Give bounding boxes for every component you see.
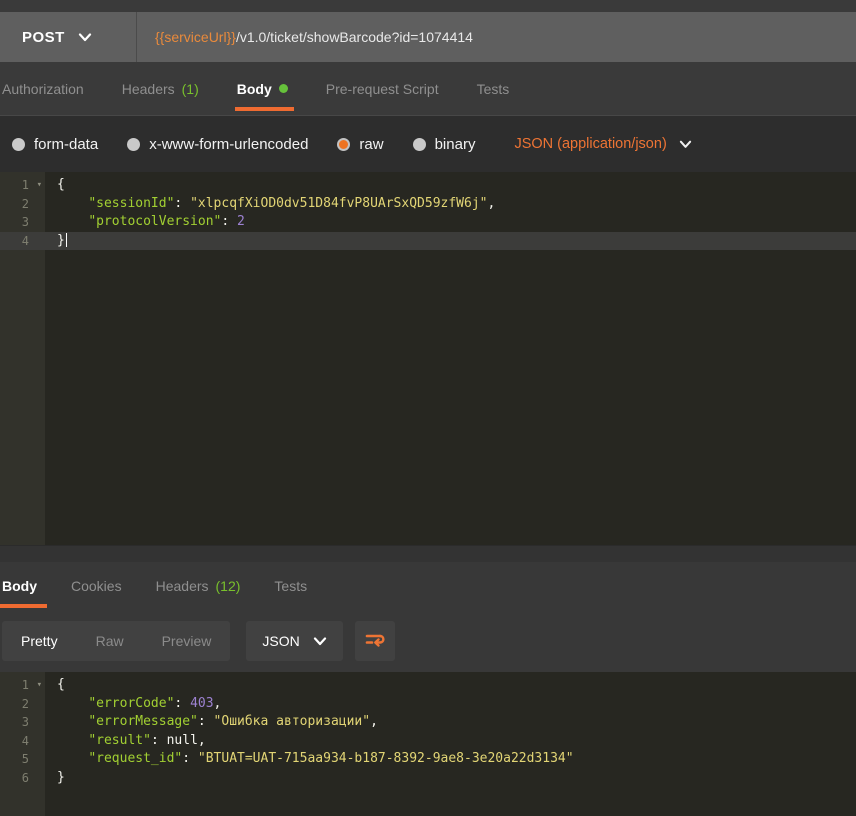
line-number: 5 [21, 752, 29, 766]
code-line[interactable]: 3 "protocolVersion": 2 [0, 213, 856, 232]
line-number: 6 [21, 770, 29, 785]
code-text[interactable]: "result": null, [45, 732, 205, 751]
radio-form-data-label: form-data [34, 135, 99, 153]
fold-caret-icon[interactable]: ▾ [37, 676, 42, 695]
tab-prerequest-script[interactable]: Pre-request Script [326, 62, 439, 115]
request-body-editor[interactable]: 1 ▾{2 "sessionId": "xlpcqfXiOD0dv51D84fvP… [0, 172, 856, 545]
line-number: 4 [21, 233, 29, 248]
request-response-divider[interactable] [0, 545, 856, 562]
response-format-dropdown[interactable]: JSON [246, 621, 343, 661]
code-text[interactable]: "protocolVersion": 2 [45, 213, 245, 232]
code-line[interactable]: 6} [0, 769, 856, 788]
radio-binary-label: binary [434, 135, 476, 153]
response-body-editor[interactable]: 1 ▾{2 "errorCode": 403, 3 "errorMessage": … [0, 672, 856, 816]
code-line[interactable]: 4 "result": null, [0, 732, 856, 751]
line-number: 4 [21, 733, 29, 748]
response-toolbar: Pretty Raw Preview JSON [0, 610, 856, 672]
response-tab-tests[interactable]: Tests [274, 562, 307, 610]
response-editor-lines: 1 ▾{2 "errorCode": 403, 3 "errorMessage": … [0, 672, 856, 787]
radio-raw-label: raw [359, 135, 384, 153]
code-line[interactable]: 2 "errorCode": 403, [0, 695, 856, 714]
response-tab-cookies[interactable]: Cookies [71, 562, 122, 610]
content-type-dropdown[interactable]: JSON (application/json) [514, 136, 691, 152]
view-mode-pretty[interactable]: Pretty [2, 621, 77, 661]
url-path: /v1.0/ticket/showBarcode?id=1074414 [235, 29, 473, 45]
radio-form-data[interactable]: form-data [12, 136, 98, 153]
line-number: 1 ▾ [0, 676, 45, 695]
url-input[interactable]: {{serviceUrl}}/v1.0/ticket/showBarcode?i… [137, 12, 856, 62]
code-line[interactable]: 2 "sessionId": "xlpcqfXiOD0dv51D84fvP8UA… [0, 195, 856, 214]
chevron-down-icon [78, 32, 91, 41]
code-line[interactable]: 1 ▾{ [0, 676, 856, 695]
code-text[interactable]: "errorCode": 403, [45, 695, 221, 714]
code-line[interactable]: 5 "request_id": "BTUAT=UAT-715aa934-b187… [0, 750, 856, 769]
line-number: 3 [21, 715, 29, 729]
code-text[interactable]: "errorMessage": "Ошибка авторизации", [45, 713, 378, 732]
line-number: 1 ▾ [0, 176, 45, 195]
method-dropdown[interactable]: POST [0, 12, 137, 62]
content-type-label: JSON (application/json) [514, 136, 667, 152]
top-strip [0, 0, 856, 12]
postman-window: POST {{serviceUrl}}/v1.0/ticket/showBarc… [0, 0, 856, 816]
method-label: POST [22, 28, 65, 46]
request-tabs: Authorization Headers (1) Body Pre-reque… [0, 62, 856, 116]
radio-urlencoded-label: x-www-form-urlencoded [149, 135, 309, 153]
code-line[interactable]: 3 "errorMessage": "Ошибка авторизации", [0, 713, 856, 732]
tab-tests[interactable]: Tests [477, 62, 510, 115]
code-text[interactable]: } [45, 232, 68, 251]
tab-body-label: Body [236, 80, 272, 97]
radio-binary[interactable]: binary [412, 135, 476, 153]
radio-circle-icon[interactable] [127, 137, 141, 151]
response-tab-body[interactable]: Body [0, 562, 47, 610]
response-tab-body-label: Body [2, 578, 37, 594]
response-tab-headers-count: (12) [215, 578, 241, 594]
code-text[interactable]: "sessionId": "xlpcqfXiOD0dv51D84fvP8UArS… [45, 195, 495, 214]
code-text[interactable]: { [45, 176, 65, 195]
radio-circle-icon[interactable] [412, 137, 426, 151]
response-tab-cookies-label: Cookies [71, 578, 122, 594]
response-tabs: Body Cookies Headers (12) Tests [0, 562, 856, 610]
response-tab-headers[interactable]: Headers (12) [156, 562, 241, 610]
code-line[interactable]: 1 ▾{ [0, 176, 856, 195]
response-tab-tests-label: Tests [274, 578, 308, 594]
line-number: 2 [21, 696, 29, 711]
tab-body[interactable]: Body [234, 62, 294, 115]
request-editor-lines: 1 ▾{2 "sessionId": "xlpcqfXiOD0dv51D84fvP… [0, 172, 856, 250]
tab-prerequest-label: Pre-request Script [325, 80, 439, 97]
line-number: 2 [21, 196, 29, 211]
tab-headers[interactable]: Headers (1) [122, 62, 199, 115]
chevron-down-icon [313, 636, 326, 645]
body-present-dot-icon [278, 84, 288, 93]
code-line[interactable]: 4} [0, 231, 856, 251]
code-text[interactable]: "request_id": "BTUAT=UAT-715aa934-b187-8… [45, 750, 573, 769]
radio-circle-icon[interactable] [12, 137, 25, 151]
body-type-row: form-data x-www-form-urlencoded raw bina… [0, 116, 856, 172]
code-text[interactable]: { [45, 676, 65, 695]
text-cursor [65, 233, 68, 247]
tab-authorization-label: Authorization [2, 80, 84, 97]
tab-tests-label: Tests [476, 80, 510, 97]
request-url-bar: POST {{serviceUrl}}/v1.0/ticket/showBarc… [0, 12, 856, 62]
fold-caret-icon[interactable]: ▾ [37, 176, 42, 195]
radio-selected-icon[interactable] [337, 137, 351, 151]
radio-urlencoded[interactable]: x-www-form-urlencoded [127, 136, 308, 153]
view-mode-group: Pretty Raw Preview [2, 621, 231, 661]
code-text[interactable]: } [45, 769, 65, 788]
chevron-down-icon [679, 140, 691, 148]
response-format-label: JSON [262, 633, 300, 649]
url-environment-variable: {{serviceUrl}} [155, 29, 236, 45]
line-number: 3 [21, 215, 29, 229]
tab-authorization[interactable]: Authorization [2, 62, 84, 115]
response-tab-headers-label: Headers [155, 578, 209, 594]
radio-raw[interactable]: raw [337, 135, 384, 153]
wrap-text-button[interactable] [354, 621, 395, 661]
view-mode-raw[interactable]: Raw [77, 621, 143, 661]
tab-headers-label: Headers [121, 80, 175, 97]
tab-headers-count: (1) [181, 80, 199, 97]
view-mode-preview[interactable]: Preview [143, 621, 231, 661]
word-wrap-icon [365, 634, 385, 647]
